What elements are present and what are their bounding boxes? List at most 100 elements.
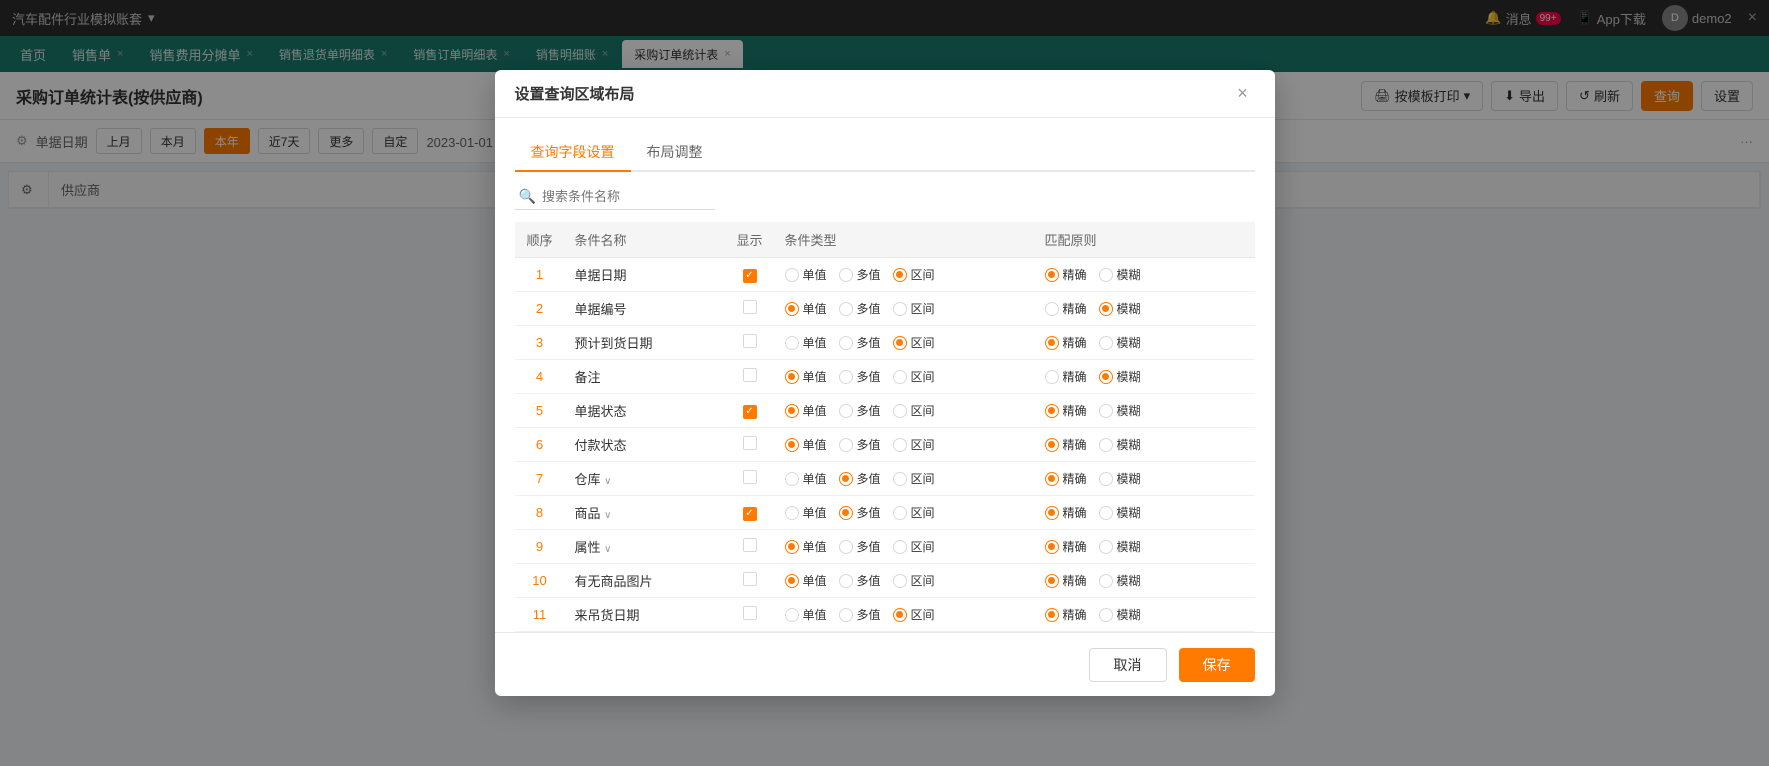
save-button[interactable]: 保存 <box>1179 648 1255 682</box>
row-display <box>725 258 775 292</box>
type-option-多值[interactable]: 多值 <box>839 436 881 453</box>
type-option-多值[interactable]: 多值 <box>839 368 881 385</box>
match-option-模糊[interactable]: 模糊 <box>1099 334 1141 351</box>
display-checkbox[interactable] <box>743 507 757 521</box>
row-name: 备注 <box>565 360 725 394</box>
type-option-多值[interactable]: 多值 <box>839 606 881 623</box>
match-option-模糊[interactable]: 模糊 <box>1099 368 1141 385</box>
match-option-精确[interactable]: 精确 <box>1045 606 1087 623</box>
type-option-单值[interactable]: 单值 <box>785 572 827 589</box>
display-checkbox[interactable] <box>743 300 757 314</box>
radio-dot <box>839 574 853 588</box>
row-name: 来吊货日期 <box>565 598 725 632</box>
dropdown-icon[interactable]: ∨ <box>604 544 611 555</box>
row-display <box>725 394 775 428</box>
type-option-区间[interactable]: 区间 <box>893 368 935 385</box>
row-type: 单值多值区间 <box>775 394 1035 428</box>
display-checkbox[interactable] <box>743 606 757 620</box>
cancel-button[interactable]: 取消 <box>1089 648 1167 682</box>
type-option-单值[interactable]: 单值 <box>785 436 827 453</box>
display-checkbox[interactable] <box>743 470 757 484</box>
match-option-模糊[interactable]: 模糊 <box>1099 572 1141 589</box>
match-option-模糊[interactable]: 模糊 <box>1099 538 1141 555</box>
display-checkbox[interactable] <box>743 538 757 552</box>
type-option-单值[interactable]: 单值 <box>785 368 827 385</box>
th-order: 顺序 <box>515 222 565 258</box>
radio-dot <box>785 370 799 384</box>
type-option-区间[interactable]: 区间 <box>893 504 935 521</box>
table-row: 2单据编号单值多值区间精确模糊 <box>515 292 1255 326</box>
row-type: 单值多值区间 <box>775 258 1035 292</box>
match-option-精确[interactable]: 精确 <box>1045 368 1087 385</box>
match-option-模糊[interactable]: 模糊 <box>1099 300 1141 317</box>
type-option-区间[interactable]: 区间 <box>893 334 935 351</box>
type-option-区间[interactable]: 区间 <box>893 538 935 555</box>
row-type: 单值多值区间 <box>775 598 1035 632</box>
dialog-close-btn[interactable]: × <box>1231 82 1255 106</box>
match-option-精确[interactable]: 精确 <box>1045 436 1087 453</box>
type-option-区间[interactable]: 区间 <box>893 402 935 419</box>
type-option-单值[interactable]: 单值 <box>785 402 827 419</box>
dropdown-icon[interactable]: ∨ <box>604 510 611 521</box>
search-icon: 🔍 <box>519 188 536 205</box>
match-option-精确[interactable]: 精确 <box>1045 300 1087 317</box>
match-option-精确[interactable]: 精确 <box>1045 334 1087 351</box>
type-option-单值[interactable]: 单值 <box>785 470 827 487</box>
match-option-模糊[interactable]: 模糊 <box>1099 436 1141 453</box>
match-radio-dot <box>1045 438 1059 452</box>
match-option-精确[interactable]: 精确 <box>1045 402 1087 419</box>
row-type: 单值多值区间 <box>775 530 1035 564</box>
type-option-区间[interactable]: 区间 <box>893 266 935 283</box>
match-option-精确[interactable]: 精确 <box>1045 470 1087 487</box>
display-checkbox[interactable] <box>743 572 757 586</box>
type-option-单值[interactable]: 单值 <box>785 300 827 317</box>
match-radio-dot <box>1099 302 1113 316</box>
type-option-多值[interactable]: 多值 <box>839 572 881 589</box>
type-option-区间[interactable]: 区间 <box>893 606 935 623</box>
display-checkbox[interactable] <box>743 368 757 382</box>
display-checkbox[interactable] <box>743 334 757 348</box>
match-option-精确[interactable]: 精确 <box>1045 572 1087 589</box>
match-option-精确[interactable]: 精确 <box>1045 538 1087 555</box>
match-option-模糊[interactable]: 模糊 <box>1099 504 1141 521</box>
type-option-单值[interactable]: 单值 <box>785 504 827 521</box>
match-option-模糊[interactable]: 模糊 <box>1099 402 1141 419</box>
match-option-模糊[interactable]: 模糊 <box>1099 470 1141 487</box>
table-row: 6付款状态单值多值区间精确模糊 <box>515 428 1255 462</box>
type-option-单值[interactable]: 单值 <box>785 334 827 351</box>
display-checkbox[interactable] <box>743 405 757 419</box>
row-type: 单值多值区间 <box>775 292 1035 326</box>
dropdown-icon[interactable]: ∨ <box>604 476 611 487</box>
type-option-区间[interactable]: 区间 <box>893 470 935 487</box>
type-option-区间[interactable]: 区间 <box>893 300 935 317</box>
radio-dot <box>839 540 853 554</box>
type-option-多值[interactable]: 多值 <box>839 402 881 419</box>
radio-dot <box>893 302 907 316</box>
display-checkbox[interactable] <box>743 436 757 450</box>
match-option-模糊[interactable]: 模糊 <box>1099 606 1141 623</box>
row-type: 单值多值区间 <box>775 496 1035 530</box>
type-option-多值[interactable]: 多值 <box>839 300 881 317</box>
row-match: 精确模糊 <box>1035 326 1255 360</box>
row-match: 精确模糊 <box>1035 360 1255 394</box>
match-radio-dot <box>1099 268 1113 282</box>
type-option-区间[interactable]: 区间 <box>893 436 935 453</box>
dialog-tab-fields[interactable]: 查询字段设置 <box>515 134 631 172</box>
dialog-tab-layout[interactable]: 布局调整 <box>631 134 719 172</box>
type-option-单值[interactable]: 单值 <box>785 266 827 283</box>
row-display <box>725 530 775 564</box>
type-option-多值[interactable]: 多值 <box>839 538 881 555</box>
type-option-单值[interactable]: 单值 <box>785 538 827 555</box>
match-option-精确[interactable]: 精确 <box>1045 266 1087 283</box>
table-row: 9属性 ∨单值多值区间精确模糊 <box>515 530 1255 564</box>
match-option-模糊[interactable]: 模糊 <box>1099 266 1141 283</box>
type-option-多值[interactable]: 多值 <box>839 334 881 351</box>
type-option-单值[interactable]: 单值 <box>785 606 827 623</box>
display-checkbox[interactable] <box>743 269 757 283</box>
type-option-区间[interactable]: 区间 <box>893 572 935 589</box>
type-option-多值[interactable]: 多值 <box>839 504 881 521</box>
type-option-多值[interactable]: 多值 <box>839 470 881 487</box>
type-option-多值[interactable]: 多值 <box>839 266 881 283</box>
match-option-精确[interactable]: 精确 <box>1045 504 1087 521</box>
search-input[interactable] <box>542 189 711 204</box>
